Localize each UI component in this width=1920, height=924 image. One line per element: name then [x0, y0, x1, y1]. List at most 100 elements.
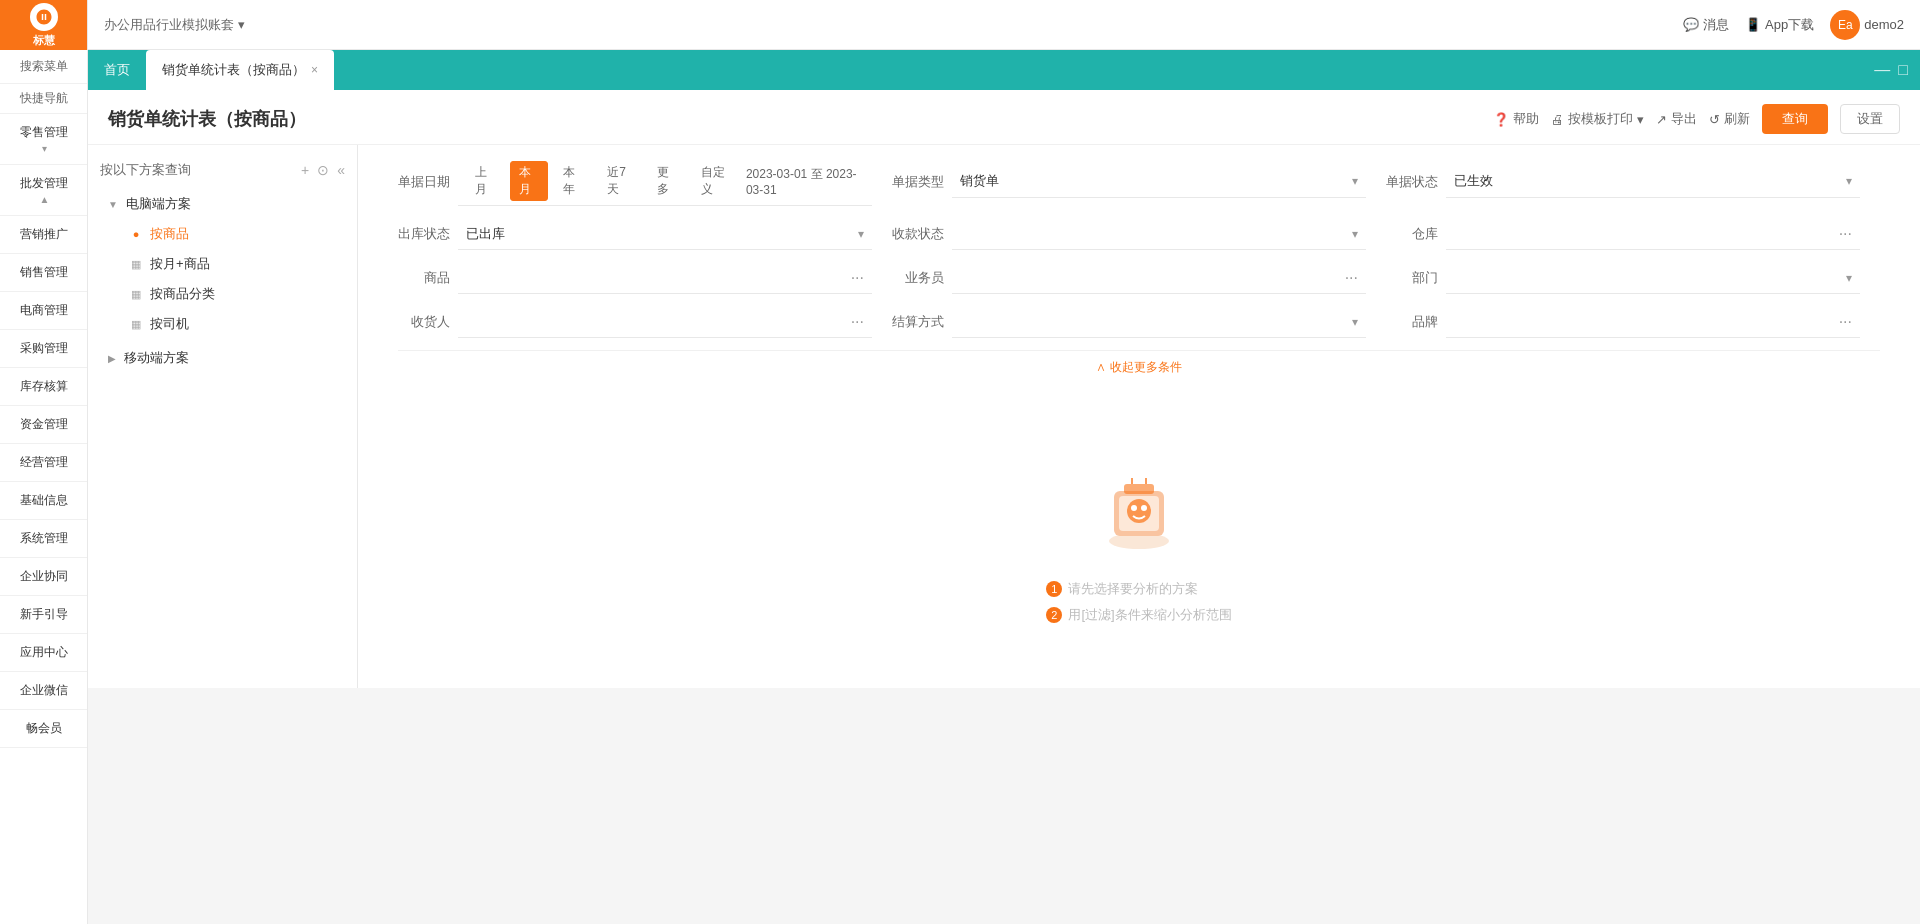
top-header: 办公用品行业模拟账套 ▾ 💬 消息 📱 App下载 Ea demo2 [88, 0, 1920, 50]
doctype-chevron-icon[interactable]: ▾ [1352, 174, 1358, 188]
minimize-icon[interactable]: — [1874, 61, 1890, 79]
warehouse-dots-icon[interactable]: ··· [1839, 225, 1852, 243]
month-goods-icon: ▦ [128, 258, 144, 271]
custom-date-btn[interactable]: 自定义 [692, 161, 740, 201]
system-item[interactable]: 系统管理 [0, 520, 87, 558]
app-download-button[interactable]: 📱 App下载 [1745, 16, 1814, 34]
filter-row-1: 单据日期 上月 本月 本年 近7天 更多 自定义 [398, 157, 1880, 206]
newbie-label: 新手引导 [20, 606, 68, 623]
collapse-panel-icon[interactable]: « [337, 162, 345, 178]
dept-chevron-icon[interactable]: ▾ [1846, 271, 1852, 285]
maximize-icon[interactable]: □ [1898, 61, 1908, 79]
payment-chevron-icon[interactable]: ▾ [1352, 315, 1358, 329]
member-item[interactable]: 畅会员 [0, 710, 87, 748]
finance-item[interactable]: 资金管理 [0, 406, 87, 444]
seven-days-btn[interactable]: 近7天 [598, 161, 642, 201]
basic-info-item[interactable]: 基础信息 [0, 482, 87, 520]
user-profile[interactable]: Ea demo2 [1830, 10, 1904, 40]
member-label: 畅会员 [26, 720, 62, 737]
marketing-item[interactable]: 营销推广 [0, 216, 87, 254]
filter-dept-col: 部门 ▾ [1386, 262, 1880, 294]
wechat-item[interactable]: 企业微信 [0, 672, 87, 710]
dropdown-arrow-icon: ▾ [238, 17, 245, 32]
wholesale-management-item[interactable]: 批发管理 ▲ [0, 165, 87, 216]
inventory-item[interactable]: 库存核算 [0, 368, 87, 406]
operations-label: 经营管理 [20, 454, 68, 471]
logo-icon [30, 3, 58, 31]
collapse-bar[interactable]: ∧ 收起更多条件 [398, 350, 1880, 384]
settings-button[interactable]: 设置 [1840, 104, 1900, 134]
main-body: 按以下方案查询 + ⊙ « ▼ 电脑端方案 ● [88, 145, 1920, 688]
more-date-btn[interactable]: 更多 [648, 161, 686, 201]
recvstatus-chevron-icon[interactable]: ▾ [1352, 227, 1358, 241]
tree-item-by-cashier[interactable]: ▦ 按司机 [88, 309, 357, 339]
export-label: 导出 [1671, 110, 1697, 128]
payment-filter-control[interactable]: ▾ [952, 306, 1366, 338]
cur-month-btn[interactable]: 本月 [510, 161, 548, 201]
tree-item-by-category[interactable]: ▦ 按商品分类 [88, 279, 357, 309]
dept-filter-control[interactable]: ▾ [1446, 262, 1860, 294]
staff-dots-icon[interactable]: ··· [1345, 269, 1358, 287]
message-button[interactable]: 💬 消息 [1683, 16, 1729, 34]
retail-arrow: ▾ [42, 143, 47, 154]
brand-filter-control[interactable]: ··· [1446, 306, 1860, 338]
app-center-item[interactable]: 应用中心 [0, 634, 87, 672]
consignee-filter-control[interactable]: ··· [458, 306, 872, 338]
print-button[interactable]: 🖨 按模板打印 ▾ [1551, 110, 1644, 128]
filter-row-4: 收货人 ··· 结算方式 ▾ [398, 306, 1880, 338]
app-download-icon: 📱 [1745, 17, 1761, 32]
active-tab[interactable]: 销货单统计表（按商品） × [146, 50, 334, 90]
operations-item[interactable]: 经营管理 [0, 444, 87, 482]
tree-mobile-arrow: ▶ [108, 353, 116, 364]
system-label: 系统管理 [20, 530, 68, 547]
tree-mobile-header[interactable]: ▶ 移动端方案 [88, 343, 357, 373]
outstatus-chevron-icon[interactable]: ▾ [858, 227, 864, 241]
help-button[interactable]: ❓ 帮助 [1493, 110, 1539, 128]
doctype-filter-control[interactable]: 销货单 ▾ [952, 166, 1366, 198]
newbie-item[interactable]: 新手引导 [0, 596, 87, 634]
refresh-button[interactable]: ↺ 刷新 [1709, 110, 1750, 128]
warehouse-filter-control[interactable]: ··· [1446, 218, 1860, 250]
filter-consignee-col: 收货人 ··· [398, 306, 892, 338]
sales-label: 销售管理 [20, 264, 68, 281]
tree-item-by-month-goods[interactable]: ▦ 按月+商品 [88, 249, 357, 279]
settings-scheme-icon[interactable]: ⊙ [317, 162, 329, 178]
docstatus-chevron-icon[interactable]: ▾ [1846, 174, 1852, 188]
filter-row-3: 商品 ··· 业务员 ··· [398, 262, 1880, 294]
filter-docstatus-col: 单据状态 已生效 ▾ [1386, 166, 1880, 198]
add-scheme-icon[interactable]: + [301, 162, 309, 178]
dept-label: 部门 [1386, 269, 1446, 287]
purchase-item[interactable]: 采购管理 [0, 330, 87, 368]
outstatus-filter-control[interactable]: 已出库 ▾ [458, 218, 872, 250]
outstatus-value: 已出库 [466, 225, 858, 243]
tree-item-by-goods[interactable]: ● 按商品 [88, 219, 357, 249]
brand-dots-icon[interactable]: ··· [1839, 313, 1852, 331]
prev-month-btn[interactable]: 上月 [466, 161, 504, 201]
consignee-dots-icon[interactable]: ··· [851, 313, 864, 331]
payment-label: 结算方式 [892, 313, 952, 331]
tree-pc-header[interactable]: ▼ 电脑端方案 [88, 189, 357, 219]
enterprise-item[interactable]: 企业协同 [0, 558, 87, 596]
svg-point-5 [1141, 505, 1147, 511]
export-button[interactable]: ↗ 导出 [1656, 110, 1697, 128]
tab-close-icon[interactable]: × [311, 63, 318, 77]
tree-pc-label: 电脑端方案 [126, 195, 191, 213]
filter-recvstatus-col: 收款状态 ▾ [892, 218, 1386, 250]
quick-nav-item[interactable]: 快捷导航 [0, 84, 87, 114]
goods-dots-icon[interactable]: ··· [851, 269, 864, 287]
ecommerce-item[interactable]: 电商管理 [0, 292, 87, 330]
staff-filter-control[interactable]: ··· [952, 262, 1366, 294]
search-menu-item[interactable]: 搜索菜单 [0, 50, 87, 84]
home-tab[interactable]: 首页 [88, 50, 146, 90]
recvstatus-filter-control[interactable]: ▾ [952, 218, 1366, 250]
left-panel-title: 按以下方案查询 [100, 161, 191, 179]
cur-year-btn[interactable]: 本年 [554, 161, 592, 201]
industry-dropdown[interactable]: 办公用品行业模拟账套 ▾ [104, 16, 245, 34]
sales-management-item[interactable]: 销售管理 [0, 254, 87, 292]
goods-filter-control[interactable]: ··· [458, 262, 872, 294]
query-button[interactable]: 查询 [1762, 104, 1828, 134]
category-icon: ▦ [128, 288, 144, 301]
empty-tip-row-1: 1 请先选择要分析的方案 [1046, 576, 1231, 602]
docstatus-filter-control[interactable]: 已生效 ▾ [1446, 166, 1860, 198]
retail-management-item[interactable]: 零售管理 ▾ [0, 114, 87, 165]
